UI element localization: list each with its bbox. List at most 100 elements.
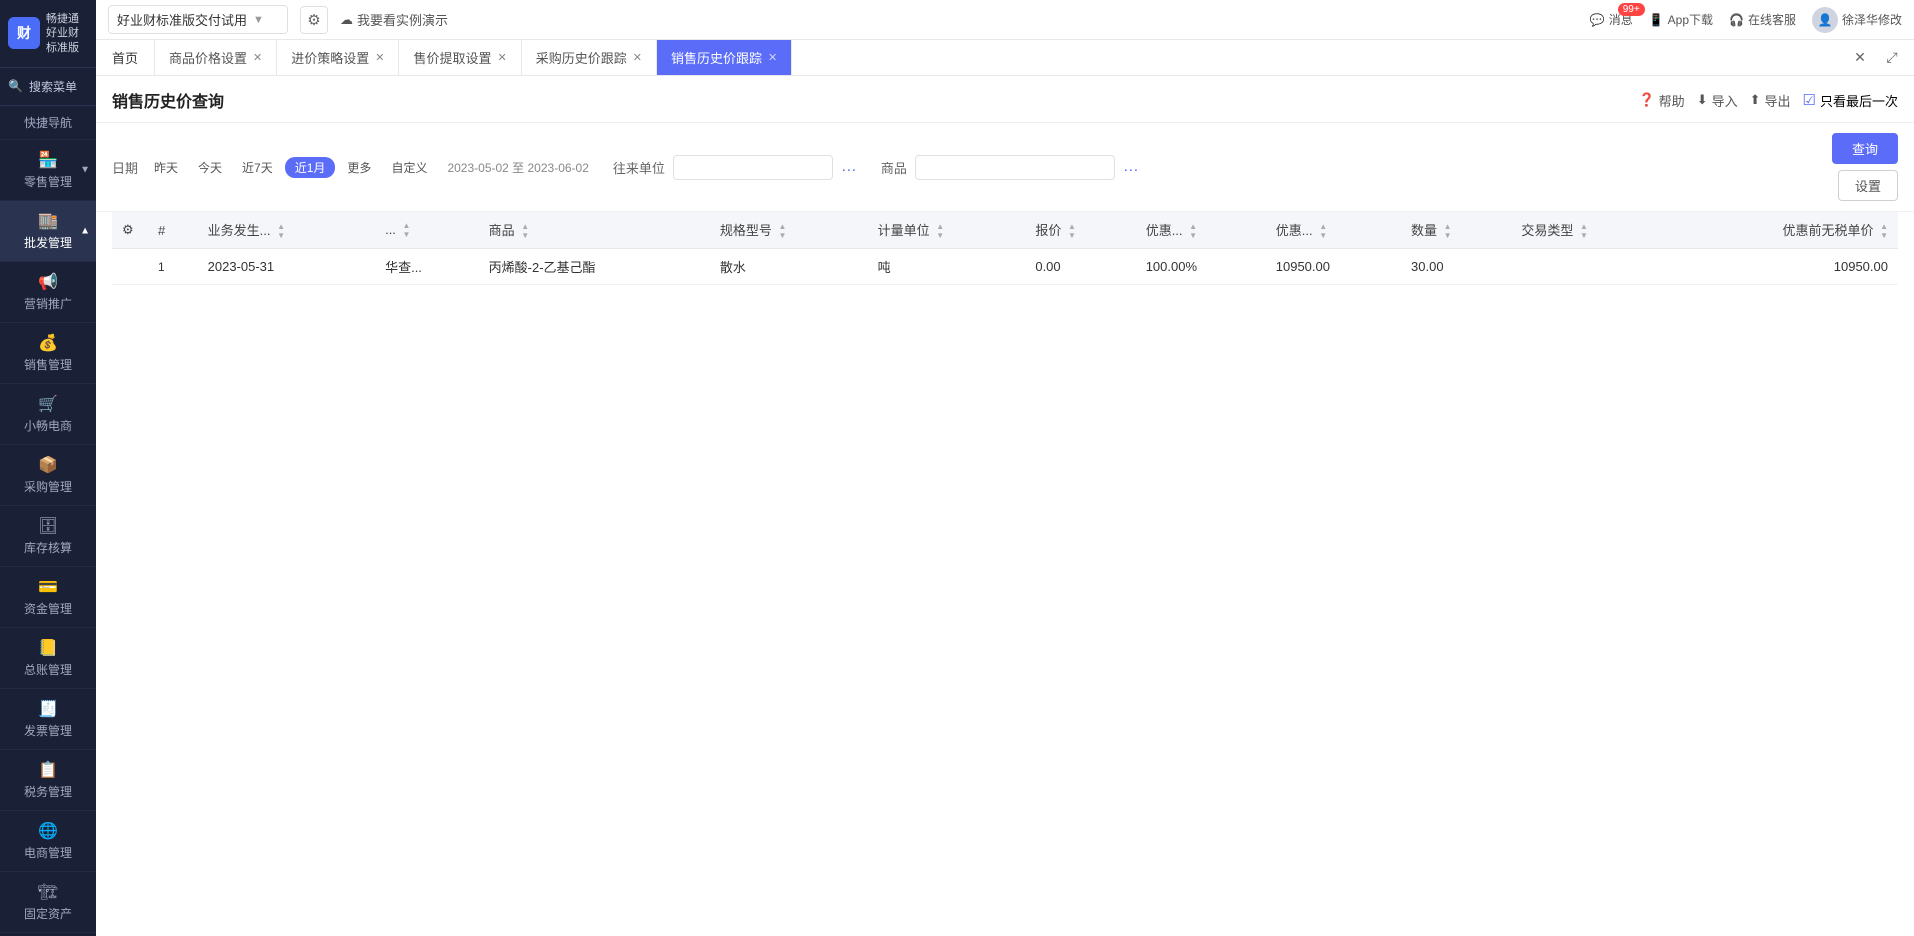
th-discount2[interactable]: 优惠... ▲▼ [1266, 212, 1401, 249]
tab-sales-history[interactable]: 销售历史价跟踪 ✕ [657, 40, 792, 76]
tab-close-icon[interactable]: ✕ [253, 51, 262, 64]
sidebar-logo: 财 畅捷通好业财 标准版 [0, 0, 96, 68]
th-product[interactable]: 商品 ▲▼ [479, 212, 710, 249]
th-gear[interactable]: ⚙ [112, 212, 148, 249]
app-download-button[interactable]: 📱 App下载 [1649, 11, 1713, 28]
invoice-icon: 🧾 [38, 699, 58, 719]
tab-purchase-strategy[interactable]: 进价策略设置 ✕ [277, 40, 399, 76]
sidebar-item-wholesale[interactable]: 🏬 批发管理 ▲ [0, 201, 96, 262]
th-unit[interactable]: 计量单位 ▲▼ [868, 212, 1026, 249]
message-badge: 99+ [1618, 3, 1645, 16]
cell-unit: 吨 [868, 249, 1026, 285]
sidebar-search[interactable]: 🔍 搜索菜单 [0, 68, 96, 106]
sidebar-item-inventory[interactable]: 🗄 库存核算 [0, 506, 96, 567]
export-button[interactable]: ⬆ 导出 [1750, 91, 1791, 110]
customer-label: 往来单位 [613, 158, 665, 177]
logo-icon: 财 [8, 17, 40, 49]
tab-close-icon[interactable]: ✕ [768, 51, 777, 64]
th-qty[interactable]: 数量 ▲▼ [1401, 212, 1511, 249]
cell-num: 1 [148, 249, 198, 285]
close-tab-button[interactable]: ✕ [1846, 44, 1874, 72]
messages-button[interactable]: 💬 消息 99+ [1590, 11, 1633, 28]
tax-icon: 📋 [38, 760, 58, 780]
sidebar-item-fixed-assets[interactable]: 🏗 固定资产 [0, 872, 96, 933]
th-col3[interactable]: ... ▲▼ [375, 212, 479, 249]
inventory-icon: 🗄 [38, 516, 58, 536]
help-icon: ❓ [1638, 92, 1654, 108]
expand-button[interactable]: ⤢ [1878, 44, 1906, 72]
demo-button[interactable]: ☁ 我要看实例演示 [340, 10, 448, 29]
sort-icons: ▲▼ [1068, 223, 1076, 240]
sidebar-item-sales[interactable]: 💰 销售管理 [0, 323, 96, 384]
customer-filter-group: 往来单位 … [613, 155, 857, 180]
tab-price-setting[interactable]: 商品价格设置 ✕ [155, 40, 277, 76]
ecommerce-small-icon: 🛒 [38, 394, 58, 414]
tab-close-icon[interactable]: ✕ [498, 51, 507, 64]
product-input[interactable] [915, 155, 1115, 180]
table-row: 1 2023-05-31 华查... 丙烯酸-2-乙基己酯 散水 吨 0.00 … [112, 249, 1898, 285]
th-num: # [148, 212, 198, 249]
headset-icon: 🎧 [1729, 13, 1744, 27]
workspace-settings-button[interactable]: ⚙ [300, 6, 328, 34]
query-button[interactable]: 查询 [1832, 133, 1898, 164]
date-option-last7[interactable]: 近7天 [234, 157, 281, 178]
date-option-last1m[interactable]: 近1月 [285, 157, 336, 178]
tab-close-icon[interactable]: ✕ [375, 51, 384, 64]
th-price[interactable]: 报价 ▲▼ [1025, 212, 1135, 249]
sidebar-item-tax[interactable]: 📋 税务管理 [0, 750, 96, 811]
date-option-custom[interactable]: 自定义 [383, 157, 435, 178]
date-options: 昨天 今天 近7天 近1月 更多 自定义 [146, 157, 435, 178]
tab-home[interactable]: 首页 [96, 40, 155, 76]
fixed-assets-icon: 🏗 [38, 882, 58, 902]
tab-price-extract[interactable]: 售价提取设置 ✕ [399, 40, 521, 76]
sort-icons: ▲▼ [1189, 223, 1197, 240]
sidebar-item-ecommerce-small[interactable]: 🛒 小畅电商 [0, 384, 96, 445]
date-option-more[interactable]: 更多 [339, 157, 379, 178]
ledger-icon: 📒 [38, 638, 58, 658]
import-button[interactable]: ⬇ 导入 [1697, 91, 1738, 110]
sidebar-item-ecommerce[interactable]: 🌐 电商管理 [0, 811, 96, 872]
tab-close-icon[interactable]: ✕ [633, 51, 642, 64]
tab-purchase-history[interactable]: 采购历史价跟踪 ✕ [522, 40, 657, 76]
sidebar-item-ledger[interactable]: 📒 总账管理 [0, 628, 96, 689]
sort-icons: ▲▼ [521, 223, 529, 240]
th-spec[interactable]: 规格型号 ▲▼ [710, 212, 868, 249]
sort-icons: ▲▼ [936, 223, 944, 240]
customer-picker-button[interactable]: … [841, 158, 857, 176]
export-icon: ⬆ [1750, 92, 1761, 108]
only-last-checkbox[interactable]: ☑ 只看最后一次 [1803, 91, 1898, 110]
sidebar: 财 畅捷通好业财 标准版 🔍 搜索菜单 快捷导航 🏪 零售管理 ▼ 🏬 批发管理… [0, 0, 96, 936]
workspace-selector[interactable]: 好业财标准版交付试用 ▼ [108, 5, 288, 34]
online-service-button[interactable]: 🎧 在线客服 [1729, 11, 1796, 28]
help-button[interactable]: ❓ 帮助 [1638, 91, 1684, 110]
purchase-icon: 📦 [38, 455, 58, 475]
sort-icons: ▲▼ [1580, 223, 1588, 240]
date-option-today[interactable]: 今天 [190, 157, 230, 178]
customer-input[interactable] [673, 155, 833, 180]
sidebar-item-purchase[interactable]: 📦 采购管理 [0, 445, 96, 506]
th-biz-date[interactable]: 业务发生... ▲▼ [198, 212, 375, 249]
user-menu-button[interactable]: 👤 徐泽华修改 [1812, 7, 1902, 33]
finance-icon: 💳 [38, 577, 58, 597]
date-option-yesterday[interactable]: 昨天 [146, 157, 186, 178]
topbar-right: 💬 消息 99+ 📱 App下载 🎧 在线客服 👤 徐泽华修改 [1590, 7, 1902, 33]
cell-spec: 散水 [710, 249, 868, 285]
sidebar-item-marketing[interactable]: 📢 营销推广 [0, 262, 96, 323]
settings-button[interactable]: 设置 [1838, 170, 1898, 201]
product-picker-button[interactable]: … [1123, 158, 1139, 176]
sidebar-item-finance[interactable]: 💳 资金管理 [0, 567, 96, 628]
sidebar-item-retail[interactable]: 🏪 零售管理 ▼ [0, 140, 96, 201]
cell-col3: 华查... [375, 249, 479, 285]
th-tx-type[interactable]: 交易类型 ▲▼ [1511, 212, 1669, 249]
sidebar-item-quick-nav[interactable]: 快捷导航 [0, 106, 96, 140]
query-buttons: 查询 设置 [1832, 133, 1898, 201]
chevron-up-icon: ▲ [80, 225, 90, 236]
logo-text: 畅捷通好业财 标准版 [46, 12, 88, 55]
data-table: ⚙ # 业务发生... ▲▼ ... ▲▼ 商品 ▲ [112, 212, 1898, 285]
sort-icons: ▲▼ [779, 223, 787, 240]
th-pretax-price[interactable]: 优惠前无税单价 ▲▼ [1669, 212, 1898, 249]
th-discount1[interactable]: 优惠... ▲▼ [1136, 212, 1266, 249]
sidebar-item-invoice[interactable]: 🧾 发票管理 [0, 689, 96, 750]
page-actions: ❓ 帮助 ⬇ 导入 ⬆ 导出 ☑ 只看最后一次 [1638, 91, 1898, 110]
tabbar-actions: ✕ ⤢ [1838, 44, 1914, 72]
